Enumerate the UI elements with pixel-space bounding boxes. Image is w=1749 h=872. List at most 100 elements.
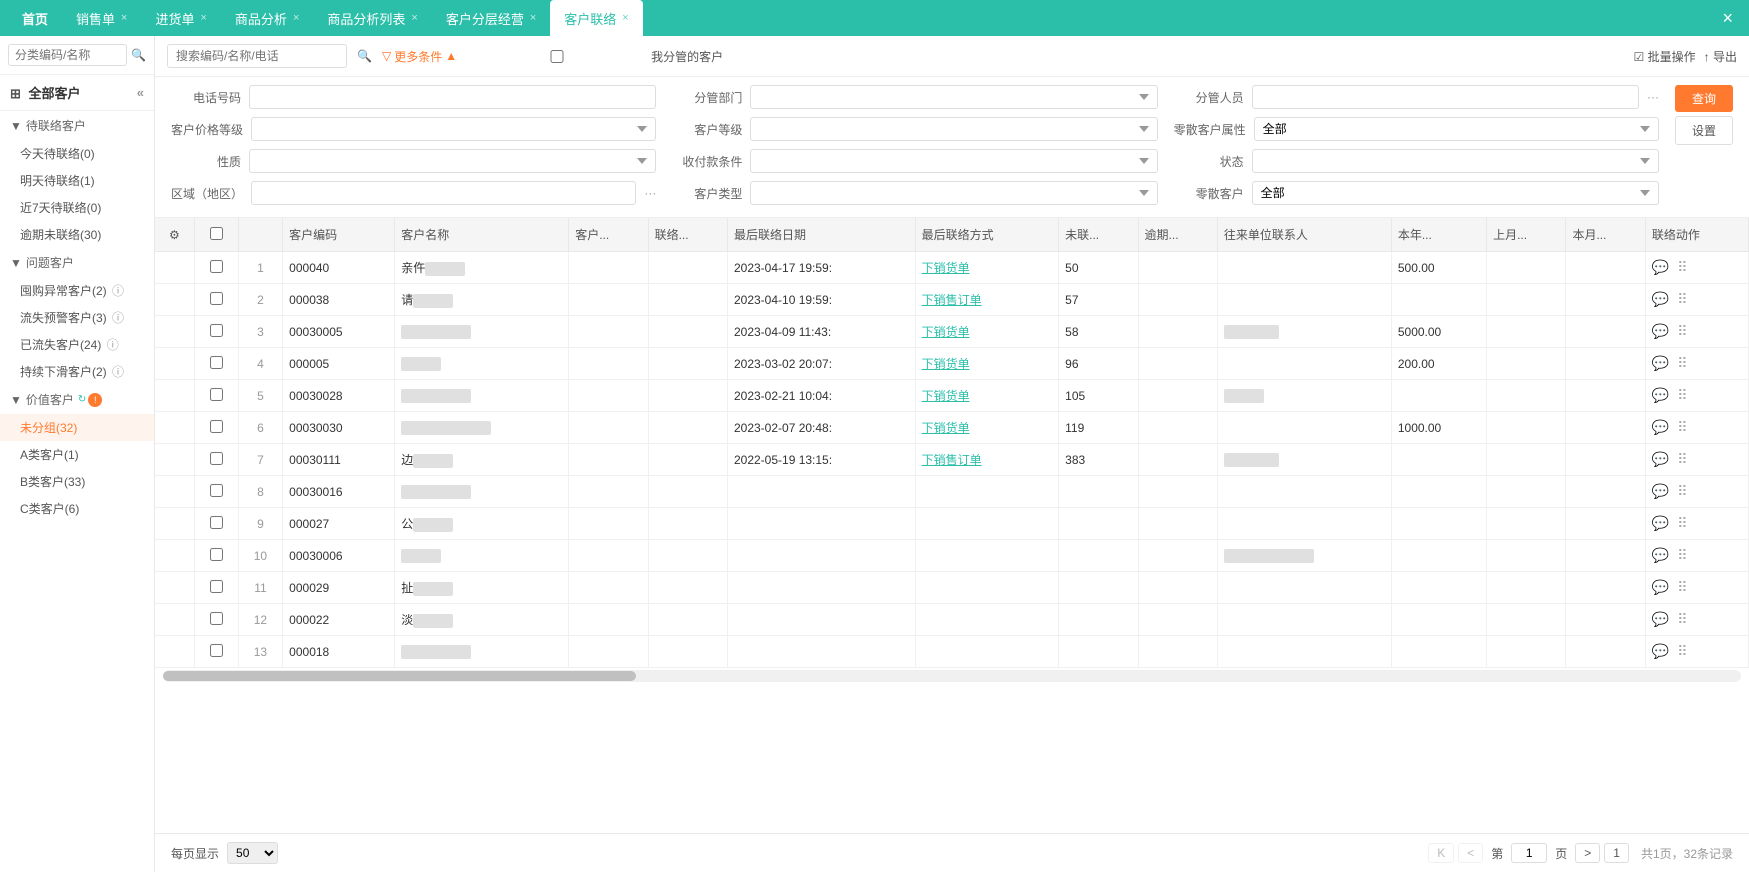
phone-input[interactable] xyxy=(249,85,656,109)
grid-action-icon[interactable]: ⠿ xyxy=(1677,515,1687,532)
close-customer-contact-tab[interactable]: × xyxy=(622,12,628,24)
col-contact-person[interactable]: 往来单位联系人 xyxy=(1217,218,1391,252)
first-page-btn[interactable]: K xyxy=(1428,843,1454,863)
row-checkbox[interactable] xyxy=(210,260,223,273)
scattered-attr-select[interactable]: 全部 xyxy=(1254,117,1659,141)
grid-action-icon[interactable]: ⠿ xyxy=(1677,355,1687,372)
page-size-select[interactable]: 2050100 xyxy=(227,842,278,864)
status-select[interactable] xyxy=(1252,149,1659,173)
next-page-btn[interactable]: > xyxy=(1575,843,1600,863)
contact-method-link[interactable]: 下销货单 xyxy=(922,325,970,339)
nav-customer-tier[interactable]: 客户分层经营 × xyxy=(432,0,550,36)
col-customer-code[interactable]: 客户编码 xyxy=(283,218,395,252)
all-customers-item[interactable]: ⊞ 全部客户 « xyxy=(0,75,154,111)
chat-icon[interactable]: 💬 xyxy=(1652,259,1669,276)
sidebar-item-today-pending[interactable]: 今天待联络(0) xyxy=(0,140,154,167)
row-settings[interactable] xyxy=(155,540,194,572)
chat-icon[interactable]: 💬 xyxy=(1652,547,1669,564)
row-checkbox[interactable] xyxy=(210,644,223,657)
sidebar-item-overdue-contact[interactable]: 逾期未联络(30) xyxy=(0,221,154,248)
price-level-select[interactable] xyxy=(251,117,656,141)
col-last-month[interactable]: 上月... xyxy=(1487,218,1566,252)
col-overdue[interactable]: 逾期... xyxy=(1138,218,1217,252)
sidebar-item-hoard-abnormal[interactable]: 囤购异常客户(2) ⓘ xyxy=(0,277,154,304)
col-settings[interactable]: ⚙ xyxy=(155,218,194,252)
chat-icon[interactable]: 💬 xyxy=(1652,323,1669,340)
my-customers-checkbox[interactable] xyxy=(467,50,647,63)
grid-action-icon[interactable]: ⠿ xyxy=(1677,451,1687,468)
current-page-input[interactable] xyxy=(1511,843,1547,863)
row-settings[interactable] xyxy=(155,252,194,284)
last-contact-method-cell[interactable] xyxy=(915,476,1059,508)
col-this-month[interactable]: 本月... xyxy=(1566,218,1645,252)
row-settings[interactable] xyxy=(155,444,194,476)
prev-page-btn[interactable]: < xyxy=(1458,843,1483,863)
col-contact[interactable]: 联络... xyxy=(648,218,727,252)
query-button[interactable]: 查询 xyxy=(1675,85,1733,112)
nav-sales[interactable]: 销售单 × xyxy=(62,0,141,36)
col-not-contacted[interactable]: 未联... xyxy=(1059,218,1138,252)
chat-icon[interactable]: 💬 xyxy=(1652,611,1669,628)
grid-action-icon[interactable]: ⠿ xyxy=(1677,387,1687,404)
sidebar-item-declining[interactable]: 持续下滑客户(2) ⓘ xyxy=(0,358,154,385)
last-contact-method-cell[interactable] xyxy=(915,604,1059,636)
row-settings[interactable] xyxy=(155,412,194,444)
contact-method-link[interactable]: 下销货单 xyxy=(922,389,970,403)
region-input[interactable] xyxy=(251,181,636,205)
close-sales-tab[interactable]: × xyxy=(121,12,127,24)
close-purchase-tab[interactable]: × xyxy=(200,12,206,24)
payment-select[interactable] xyxy=(750,149,1157,173)
customer-type-select[interactable] xyxy=(750,181,1157,205)
last-contact-method-cell[interactable] xyxy=(915,508,1059,540)
close-all-tabs[interactable]: × xyxy=(1714,8,1741,29)
grid-action-icon[interactable]: ⠿ xyxy=(1677,323,1687,340)
row-checkbox[interactable] xyxy=(210,452,223,465)
grid-action-icon[interactable]: ⠿ xyxy=(1677,579,1687,596)
grid-action-icon[interactable]: ⠿ xyxy=(1677,259,1687,276)
row-checkbox[interactable] xyxy=(210,388,223,401)
row-settings[interactable] xyxy=(155,604,194,636)
search-input[interactable] xyxy=(167,44,347,68)
row-checkbox[interactable] xyxy=(210,324,223,337)
manager-more-icon[interactable]: ··· xyxy=(1647,90,1659,104)
sidebar-item-week-pending[interactable]: 近7天待联络(0) xyxy=(0,194,154,221)
sidebar-collapse-icon[interactable]: « xyxy=(137,85,144,100)
sidebar-search-input[interactable] xyxy=(8,44,127,66)
close-goods-analysis-tab[interactable]: × xyxy=(293,12,299,24)
chat-icon[interactable]: 💬 xyxy=(1652,419,1669,436)
chat-icon[interactable]: 💬 xyxy=(1652,483,1669,500)
sidebar-search-icon[interactable]: 🔍 xyxy=(131,48,146,62)
chat-icon[interactable]: 💬 xyxy=(1652,579,1669,596)
select-all-checkbox[interactable] xyxy=(210,227,223,240)
chat-icon[interactable]: 💬 xyxy=(1652,291,1669,308)
nav-goods-analysis[interactable]: 商品分析 × xyxy=(221,0,313,36)
row-checkbox[interactable] xyxy=(210,548,223,561)
row-settings[interactable] xyxy=(155,508,194,540)
sidebar-item-class-c[interactable]: C类客户(6) xyxy=(0,495,154,522)
col-last-contact-date[interactable]: 最后联络日期 xyxy=(727,218,915,252)
last-contact-method-cell[interactable]: 下销货单 xyxy=(915,412,1059,444)
contact-method-link[interactable]: 下销货单 xyxy=(922,261,970,275)
last-contact-method-cell[interactable] xyxy=(915,572,1059,604)
nav-goods-analysis-list[interactable]: 商品分析列表 × xyxy=(313,0,431,36)
sidebar-section-problem[interactable]: ▼ 问题客户 xyxy=(0,248,154,277)
row-checkbox[interactable] xyxy=(210,484,223,497)
grid-action-icon[interactable]: ⠿ xyxy=(1677,291,1687,308)
sidebar-item-churned[interactable]: 已流失客户(24) ⓘ xyxy=(0,331,154,358)
row-settings[interactable] xyxy=(155,348,194,380)
sidebar-item-class-b[interactable]: B类客户(33) xyxy=(0,468,154,495)
sidebar-section-value[interactable]: ▼ 价值客户 ↻ ! xyxy=(0,385,154,414)
sidebar-section-pending[interactable]: ▼ 待联络客户 xyxy=(0,111,154,140)
manager-input[interactable] xyxy=(1252,85,1639,109)
last-page-btn[interactable]: 1 xyxy=(1604,843,1629,863)
batch-operation-btn[interactable]: ☑ 批量操作 xyxy=(1634,48,1696,65)
reset-button[interactable]: 设置 xyxy=(1675,116,1733,145)
sidebar-item-tomorrow-pending[interactable]: 明天待联络(1) xyxy=(0,167,154,194)
row-checkbox[interactable] xyxy=(210,292,223,305)
row-checkbox[interactable] xyxy=(210,420,223,433)
last-contact-method-cell[interactable] xyxy=(915,540,1059,572)
sidebar-item-churn-warning[interactable]: 流失预警客户(3) ⓘ xyxy=(0,304,154,331)
row-settings[interactable] xyxy=(155,380,194,412)
nature-select[interactable] xyxy=(249,149,656,173)
export-btn[interactable]: ↑ 导出 xyxy=(1704,48,1737,65)
